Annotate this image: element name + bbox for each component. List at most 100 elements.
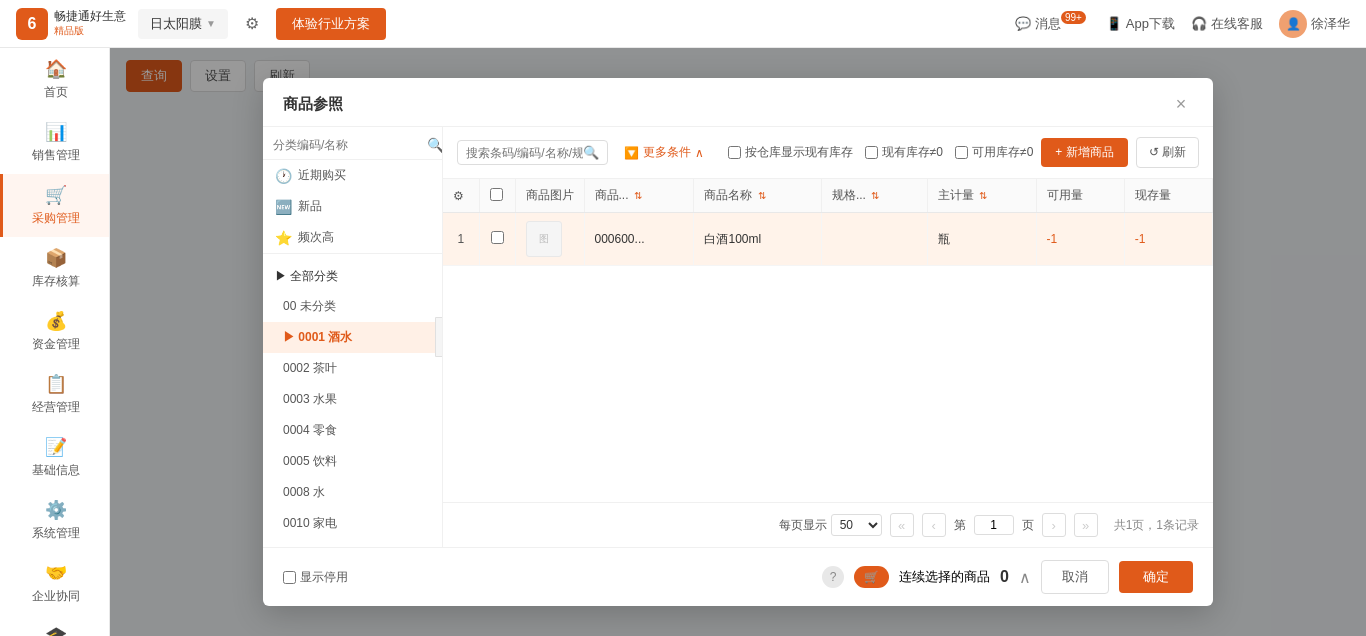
next-page-button[interactable]: ›	[1042, 513, 1066, 537]
th-name[interactable]: 商品名称 ⇅	[694, 179, 821, 213]
modal-close-button[interactable]: ×	[1169, 92, 1193, 116]
table-row[interactable]: 1 图	[443, 213, 1213, 266]
app-download-item[interactable]: 📱 App下载	[1106, 15, 1175, 33]
frequent-item[interactable]: ⭐ 频次高	[263, 222, 442, 253]
current-stock-check-input[interactable]	[865, 146, 878, 159]
page-size-select: 每页显示 50 10 20 100	[779, 514, 882, 536]
fold-icon[interactable]: ∧	[1019, 568, 1031, 587]
unit-sort-icon: ⇅	[979, 190, 987, 201]
page-suffix: 页	[1022, 517, 1034, 534]
all-categories-item[interactable]: ▶ 全部分类	[263, 262, 442, 291]
refresh-button[interactable]: ↺ 刷新	[1136, 137, 1199, 168]
user-avatar-area[interactable]: 👤 徐泽华	[1279, 10, 1350, 38]
category-item-0002[interactable]: 0002 茶叶	[263, 353, 442, 384]
product-search-input[interactable]	[466, 146, 583, 160]
sidebar-label-enterprise: 企业协同	[32, 588, 80, 605]
category-label-00: 00 未分类	[283, 299, 336, 313]
help-icon[interactable]: ?	[822, 566, 844, 588]
category-item-00[interactable]: 00 未分类	[263, 291, 442, 322]
row-spec	[821, 213, 927, 266]
show-disabled-checkbox[interactable]: 显示停用	[283, 569, 348, 586]
sidebar-item-home[interactable]: 🏠 首页	[0, 48, 109, 111]
message-nav-item[interactable]: 💬 消息 99+	[1015, 15, 1090, 33]
page-size-dropdown[interactable]: 50 10 20 100	[831, 514, 882, 536]
th-unit[interactable]: 主计量 ⇅	[927, 179, 1036, 213]
sidebar-item-finance[interactable]: 💰 资金管理	[0, 300, 109, 363]
category-label-0004: 0004 零食	[283, 423, 337, 437]
available-stock-check-input[interactable]	[955, 146, 968, 159]
sidebar-item-basics[interactable]: 📝 基础信息	[0, 426, 109, 489]
sidebar-item-enterprise[interactable]: 🤝 企业协同	[0, 552, 109, 615]
sidebar-item-operations[interactable]: 📋 经营管理	[0, 363, 109, 426]
filter-icon: 🔽	[624, 146, 639, 160]
th-spec[interactable]: 规格... ⇅	[821, 179, 927, 213]
th-settings[interactable]: ⚙	[443, 179, 479, 213]
row-select-checkbox[interactable]	[491, 231, 504, 244]
code-sort-icon: ⇅	[634, 190, 642, 201]
help-icon-area[interactable]: ?	[822, 566, 844, 588]
category-item-0008[interactable]: 0008 水	[263, 477, 442, 508]
sidebar-label-inventory: 库存核算	[32, 273, 80, 290]
settings-icon[interactable]: ⚙	[236, 8, 268, 40]
category-item-0004[interactable]: 0004 零食	[263, 415, 442, 446]
current-stock-checkbox[interactable]: 现有库存≠0	[865, 144, 943, 161]
sidebar-item-system[interactable]: ⚙️ 系统管理	[0, 489, 109, 552]
confirm-button[interactable]: 确定	[1119, 561, 1193, 593]
collapse-panel-button[interactable]: 《	[435, 317, 443, 357]
basics-icon: 📝	[45, 436, 67, 458]
show-disabled-check-input[interactable]	[283, 571, 296, 584]
recent-items: 🕐 近期购买 🆕 新品 ⭐ 频次高	[263, 160, 442, 254]
logo-text-area: 畅捷通好生意 精品版	[54, 9, 126, 39]
prev-page-button[interactable]: ‹	[922, 513, 946, 537]
last-page-button[interactable]: »	[1074, 513, 1098, 537]
image-placeholder: 图	[539, 232, 549, 246]
add-product-button[interactable]: + 新增商品	[1041, 138, 1127, 167]
show-stock-label: 按仓库显示现有库存	[745, 144, 853, 161]
th-image: 商品图片	[515, 179, 584, 213]
show-stock-check-input[interactable]	[728, 146, 741, 159]
sidebar-label-purchase: 采购管理	[32, 210, 80, 227]
product-table-area: ⚙ 商品图片 商品...	[443, 179, 1213, 502]
new-product-item[interactable]: 🆕 新品	[263, 191, 442, 222]
show-stock-checkbox[interactable]: 按仓库显示现有库存	[728, 144, 853, 161]
pagination-bar: 每页显示 50 10 20 100 « ‹ 第	[443, 502, 1213, 547]
sidebar-item-inventory[interactable]: 📦 库存核算	[0, 237, 109, 300]
category-search-icon[interactable]: 🔍	[427, 137, 443, 153]
sidebar-item-guide[interactable]: 🎓 新手引导	[0, 615, 109, 636]
all-categories-label: ▶ 全部分类	[275, 268, 338, 285]
page-number-input[interactable]	[974, 515, 1014, 535]
cart-count-badge: 0	[1000, 568, 1009, 586]
row-checkbox[interactable]	[479, 213, 515, 266]
store-dropdown[interactable]: 日太阳膜 ▼	[138, 9, 228, 39]
recent-purchase-label: 近期购买	[298, 167, 346, 184]
category-search-input[interactable]	[273, 138, 423, 152]
available-stock-checkbox[interactable]: 可用库存≠0	[955, 144, 1033, 161]
trial-button[interactable]: 体验行业方案	[276, 8, 386, 40]
category-item-0010[interactable]: 0010 家电	[263, 508, 442, 539]
select-all-checkbox[interactable]	[490, 188, 503, 201]
online-service-item[interactable]: 🎧 在线客服	[1191, 15, 1263, 33]
sidebar-item-sales[interactable]: 📊 销售管理	[0, 111, 109, 174]
filter-checkboxes: 按仓库显示现有库存 现有库存≠0 可用库存≠0	[728, 144, 1034, 161]
category-item-0005[interactable]: 0005 饮料	[263, 446, 442, 477]
more-conditions-label: 更多条件	[643, 144, 691, 161]
cart-icon-area[interactable]: 🛒	[854, 566, 889, 588]
sidebar-label-home: 首页	[44, 84, 68, 101]
cancel-button[interactable]: 取消	[1041, 560, 1109, 594]
purchase-icon: 🛒	[45, 184, 67, 206]
first-page-button[interactable]: «	[890, 513, 914, 537]
category-item-0003[interactable]: 0003 水果	[263, 384, 442, 415]
sidebar-item-purchase[interactable]: 🛒 采购管理	[0, 174, 109, 237]
th-code[interactable]: 商品... ⇅	[584, 179, 694, 213]
sidebar-label-finance: 资金管理	[32, 336, 80, 353]
logo-icon: 6	[16, 8, 48, 40]
more-conditions-button[interactable]: 🔽 更多条件 ∧	[616, 140, 712, 165]
guide-icon: 🎓	[45, 625, 67, 636]
category-item-0001[interactable]: ▶ 0001 酒水	[263, 322, 442, 353]
category-label-0005: 0005 饮料	[283, 454, 337, 468]
total-info: 共1页，1条记录	[1114, 517, 1199, 534]
top-navigation: 6 畅捷通好生意 精品版 日太阳膜 ▼ ⚙ 体验行业方案 💬 消息 99+ 📱 …	[0, 0, 1366, 48]
product-search-icon[interactable]: 🔍	[583, 145, 599, 160]
recent-purchase-item[interactable]: 🕐 近期购买	[263, 160, 442, 191]
row-code: 000600...	[584, 213, 694, 266]
